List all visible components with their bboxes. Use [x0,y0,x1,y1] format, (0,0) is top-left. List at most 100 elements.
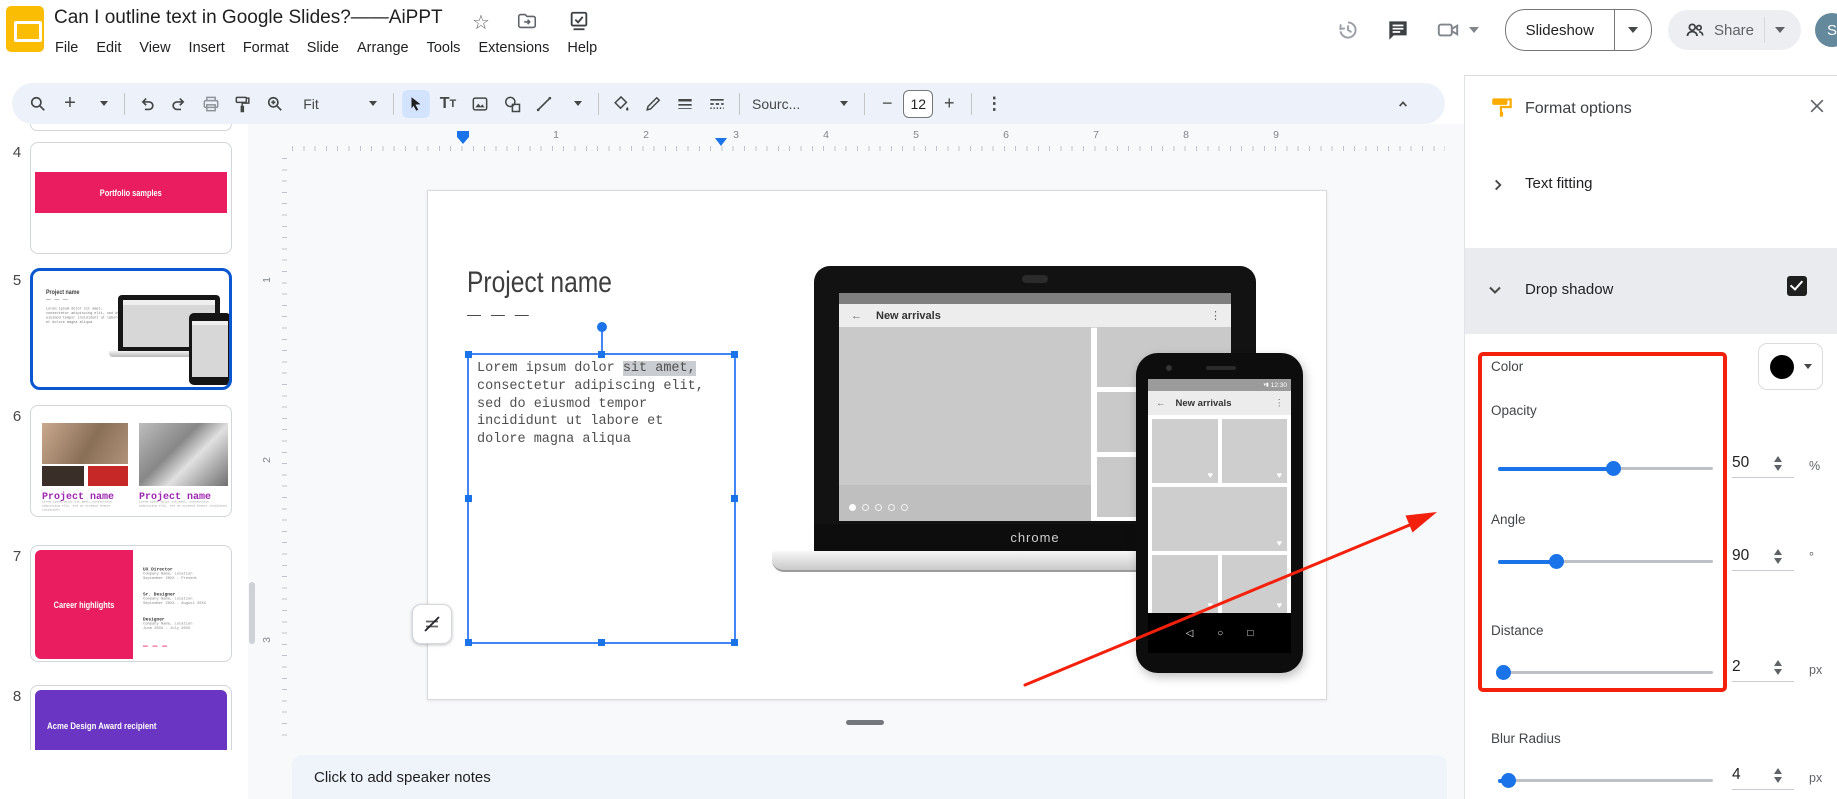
saved-status-icon[interactable] [568,10,590,32]
horizontal-ruler[interactable]: 1 2 3 4 5 6 7 8 9 [292,126,1445,152]
indent-marker-icon[interactable] [457,131,469,144]
text-box-tool[interactable]: TT [434,90,462,118]
opacity-value[interactable]: 50 [1732,454,1768,472]
distance-value[interactable]: 2 [1732,658,1768,676]
menu-edit[interactable]: Edit [87,36,130,60]
share-caret[interactable] [1764,17,1795,43]
menu-tools[interactable]: Tools [418,36,470,60]
move-folder-icon[interactable] [516,10,538,32]
menu-file[interactable]: File [46,36,87,60]
rotation-handle[interactable] [596,322,607,332]
notes-drag-handle[interactable] [846,720,884,725]
filmstrip-scrollbar[interactable] [249,582,255,644]
fill-color-icon[interactable] [607,90,635,118]
new-slide-button[interactable]: + [56,90,84,118]
redo-icon[interactable] [165,90,193,118]
collapse-toolbar-icon[interactable] [1389,90,1417,118]
slide-thumbnail-7[interactable]: Career highlights UX Director Company Na… [30,545,232,662]
menu-help[interactable]: Help [558,36,606,60]
resize-handle-sw[interactable] [465,639,472,646]
menu-extensions[interactable]: Extensions [469,36,558,60]
account-avatar[interactable]: S [1815,13,1837,47]
text-fitting-section[interactable]: Text fitting [1465,164,1837,208]
phone-mockup[interactable]: ▾▮ 12:30 ← New arrivals ⋮ ♥ ♥ ♥ ♥ ♥ ◁ ○ … [1136,353,1303,673]
insert-image-icon[interactable] [466,90,494,118]
blur-radius-value-field[interactable]: 4 [1732,766,1794,790]
menu-arrange[interactable]: Arrange [348,36,418,60]
slide-thumbnail-8[interactable]: Acme Design Award recipient [30,685,232,750]
angle-value-field[interactable]: 90 [1732,547,1794,571]
drop-shadow-checkbox[interactable] [1787,276,1807,296]
vertical-ruler[interactable]: 1 2 3 [261,158,288,738]
menu-slide[interactable]: Slide [298,36,348,60]
insert-shape-icon[interactable] [498,90,526,118]
border-weight-icon[interactable] [671,90,699,118]
slide-title-dashes[interactable]: — — — [467,306,532,322]
zoom-select[interactable]: Fit [293,90,329,118]
resize-handle-w[interactable] [465,494,472,502]
slide-canvas[interactable]: Project name — — — ← New arrivals ⋮ chro… [412,190,1327,700]
drop-shadow-section-header[interactable]: Drop shadow [1465,248,1837,334]
resize-handle-e[interactable] [731,494,738,502]
slide-thumbnail-5-selected[interactable]: Project name — — — Lorem ipsum dolor sit… [30,268,232,390]
stepper-icon[interactable] [1774,548,1782,564]
print-icon[interactable] [197,90,225,118]
undo-icon[interactable] [133,90,161,118]
menu-insert[interactable]: Insert [180,36,234,60]
blur-radius-value[interactable]: 4 [1732,766,1768,784]
stepper-icon[interactable] [1774,659,1782,675]
slide-title[interactable]: Project name [467,266,612,300]
opacity-value-field[interactable]: 50 [1732,454,1794,478]
font-caret-icon[interactable] [828,90,856,118]
slideshow-options-caret[interactable] [1613,10,1651,50]
star-icon[interactable]: ☆ [472,10,490,35]
angle-value[interactable]: 90 [1732,547,1768,565]
slide-thumbnail-6[interactable]: Project name Lorem ipsum dolor sit amet,… [30,405,232,517]
indent-marker-icon[interactable] [715,138,727,146]
border-color-icon[interactable] [639,90,667,118]
meet-camera-button[interactable] [1435,17,1479,43]
line-caret-icon[interactable] [562,90,590,118]
body-text[interactable]: Lorem ipsum dolor sit amet, consectetur … [477,360,730,449]
select-tool[interactable] [402,89,430,118]
border-dash-icon[interactable] [703,90,731,118]
speaker-notes[interactable]: Click to add speaker notes [292,755,1447,799]
text-fitting-indicator-button[interactable] [412,604,452,644]
resize-handle-s[interactable] [597,639,605,646]
resize-handle-se[interactable] [731,639,738,646]
resize-handle-nw[interactable] [465,351,472,358]
selected-text-box[interactable]: Lorem ipsum dolor sit amet, consectetur … [412,322,738,646]
insert-line-icon[interactable] [530,90,558,118]
version-history-icon[interactable] [1335,17,1361,43]
increase-font-size-button[interactable]: + [935,90,963,118]
font-family-select[interactable]: Sourc... [748,90,804,118]
comments-icon[interactable] [1385,17,1411,43]
zoom-in-icon[interactable] [261,90,289,118]
stepper-icon[interactable] [1774,767,1782,783]
search-menus-icon[interactable] [24,90,52,118]
shadow-color-picker[interactable] [1758,343,1823,390]
filmstrip-scroll-area[interactable]: 4 Portfolio samples 5 Project name — — —… [0,124,248,750]
stepper-icon[interactable] [1774,455,1782,471]
decrease-font-size-button[interactable]: − [873,90,901,118]
share-button[interactable]: Share [1667,10,1801,50]
zoom-caret-icon[interactable] [357,90,385,118]
paint-format-icon[interactable] [229,90,257,118]
font-size-input[interactable]: 12 [903,89,934,118]
new-slide-caret-icon[interactable] [88,90,116,118]
document-title[interactable]: Can I outline text in Google Slides?——Ai… [54,7,443,29]
slide-thumbnail-4[interactable]: Portfolio samples [30,142,232,254]
menu-format[interactable]: Format [234,36,298,60]
blur-radius-slider[interactable] [1498,773,1713,788]
slides-logo-icon[interactable] [6,6,44,52]
resize-handle-ne[interactable] [731,351,738,358]
slide-thumbnail-partial[interactable] [30,124,232,131]
resize-handle-n[interactable] [597,351,605,358]
close-panel-icon[interactable] [1807,96,1827,116]
meet-caret-icon[interactable] [1468,27,1479,33]
slideshow-button[interactable]: Slideshow [1504,9,1652,51]
more-options-icon[interactable]: ⋮ [980,90,1008,118]
slider-thumb[interactable] [1500,773,1516,788]
distance-value-field[interactable]: 2 [1732,658,1794,682]
menu-view[interactable]: View [130,36,179,60]
